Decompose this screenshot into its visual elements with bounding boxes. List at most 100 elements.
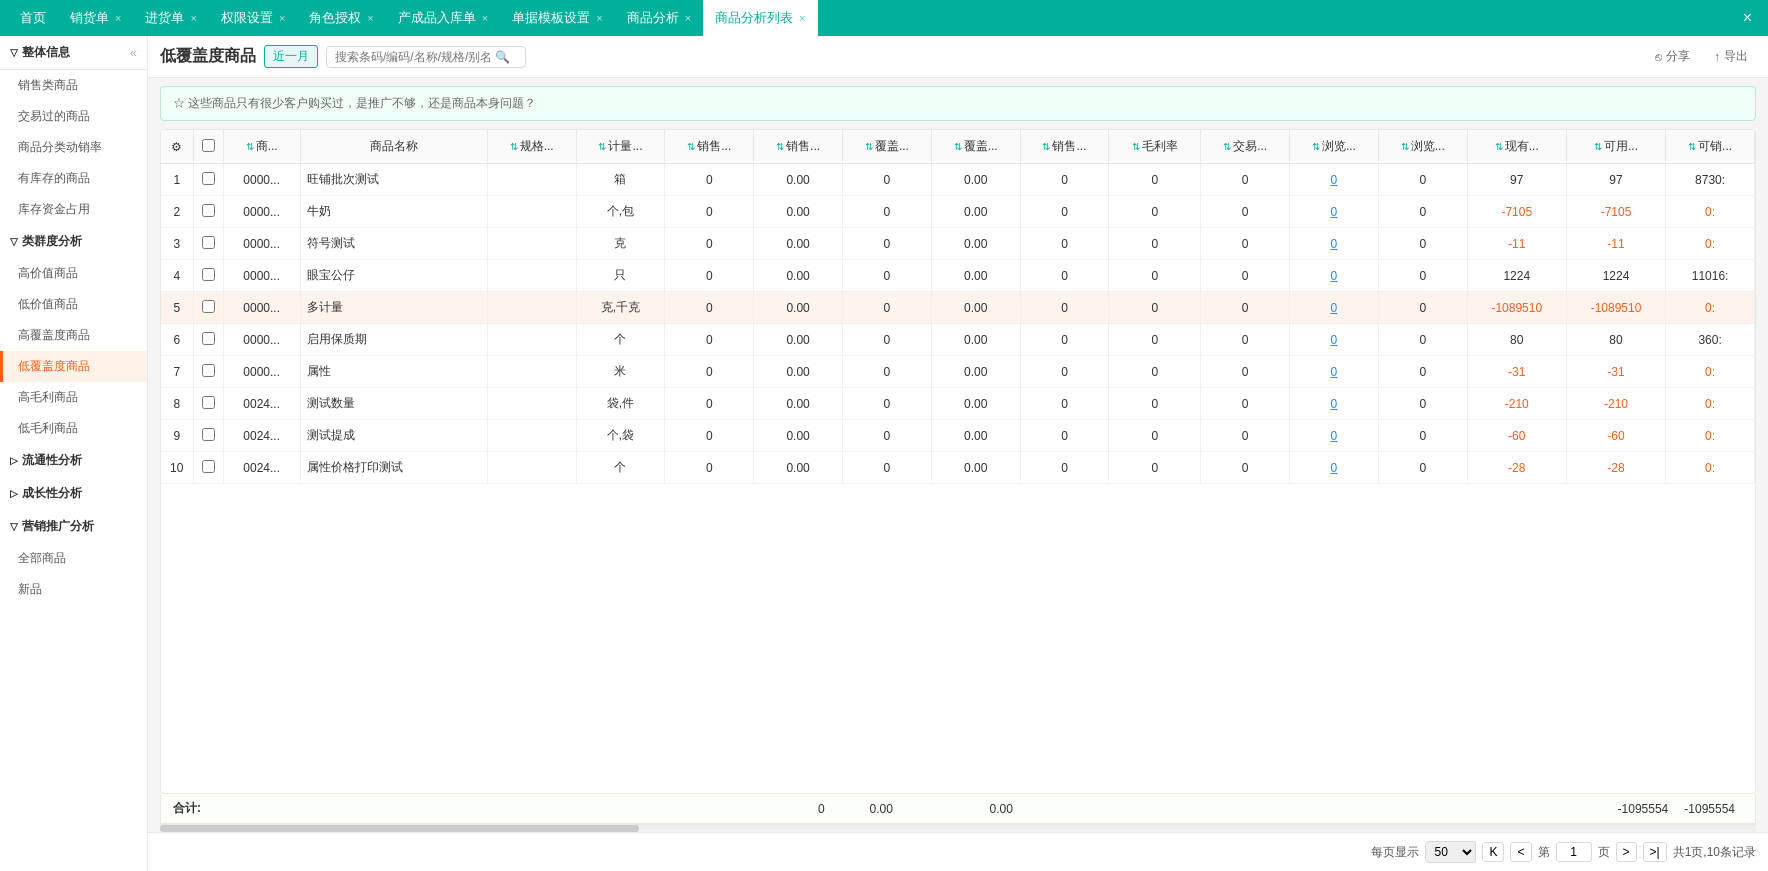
sidebar-item-low-coverage[interactable]: 低覆盖度商品	[0, 351, 147, 382]
sidebar-item-all-goods[interactable]: 全部商品	[0, 543, 147, 574]
col-header-code[interactable]: ⇅商...	[223, 130, 300, 164]
sidebar-item-capital[interactable]: 库存资金占用	[0, 194, 147, 225]
nav-tab-home[interactable]: 首页	[8, 0, 58, 36]
sidebar-item-category-rate[interactable]: 商品分类动销率	[0, 132, 147, 163]
row-checkbox[interactable]	[202, 428, 215, 441]
sidebar-collapse-button[interactable]: «	[130, 45, 137, 60]
sidebar-item-low-profit[interactable]: 低毛利商品	[0, 413, 147, 444]
col-header-gross[interactable]: ⇅毛利率	[1109, 130, 1201, 164]
nav-tab-purchase[interactable]: 进货单 ×	[133, 0, 208, 36]
close-icon[interactable]: ×	[190, 12, 196, 24]
row-cover1: 0	[842, 452, 931, 484]
footer-sales2: 0.00	[851, 802, 911, 816]
sidebar-item-new-goods[interactable]: 新品	[0, 574, 147, 605]
row-checkbox[interactable]	[202, 300, 215, 313]
nav-tab-analysis-list[interactable]: 商品分析列表 ×	[703, 0, 817, 36]
close-icon[interactable]: ×	[685, 12, 691, 24]
row-name: 测试数量	[300, 388, 487, 420]
close-icon[interactable]: ×	[279, 12, 285, 24]
sidebar-section-growth[interactable]: ▷ 成长性分析	[0, 477, 147, 510]
window-close-button[interactable]: ×	[1735, 9, 1760, 27]
row-browse2: 0	[1378, 196, 1467, 228]
sidebar-item-high-profit[interactable]: 高毛利商品	[0, 382, 147, 413]
col-header-cover1[interactable]: ⇅覆盖...	[842, 130, 931, 164]
page-number-input[interactable]	[1556, 842, 1592, 862]
close-icon[interactable]: ×	[367, 12, 373, 24]
row-checkbox[interactable]	[202, 268, 215, 281]
row-spec	[487, 356, 576, 388]
col-header-browse2[interactable]: ⇅浏览...	[1378, 130, 1467, 164]
prev-page-button[interactable]: <	[1510, 842, 1531, 862]
settings-icon[interactable]: ⚙	[171, 140, 182, 154]
search-icon[interactable]: 🔍	[495, 50, 510, 64]
row-code: 0000...	[223, 356, 300, 388]
col-header-cover2[interactable]: ⇅覆盖...	[931, 130, 1020, 164]
row-checkbox[interactable]	[202, 332, 215, 345]
row-checkbox[interactable]	[202, 236, 215, 249]
row-browse1[interactable]: 0	[1290, 228, 1379, 260]
row-code: 0000...	[223, 260, 300, 292]
select-all-checkbox[interactable]	[202, 139, 215, 152]
nav-tab-sales[interactable]: 销货单 ×	[58, 0, 133, 36]
nav-tab-permission[interactable]: 权限设置 ×	[209, 0, 297, 36]
col-header-sales3[interactable]: ⇅销售...	[1020, 130, 1109, 164]
row-checkbox[interactable]	[202, 364, 215, 377]
row-trans: 0	[1201, 260, 1290, 292]
row-sales2: 0.00	[754, 196, 843, 228]
row-stock2: 97	[1566, 164, 1665, 196]
info-banner: ☆ 这些商品只有很少客户购买过，是推广不够，还是商品本身问题？	[160, 86, 1756, 121]
col-header-trans[interactable]: ⇅交易...	[1201, 130, 1290, 164]
nav-tab-role[interactable]: 角色授权 ×	[297, 0, 385, 36]
row-checkbox[interactable]	[202, 172, 215, 185]
col-header-stock1[interactable]: ⇅现有...	[1467, 130, 1566, 164]
row-browse2: 0	[1378, 420, 1467, 452]
row-browse1[interactable]: 0	[1290, 196, 1379, 228]
first-page-button[interactable]: K	[1482, 842, 1504, 862]
close-icon[interactable]: ×	[482, 12, 488, 24]
col-header-salable[interactable]: ⇅可销...	[1666, 130, 1755, 164]
row-checkbox[interactable]	[202, 396, 215, 409]
close-icon[interactable]: ×	[596, 12, 602, 24]
sidebar-item-traded-goods[interactable]: 交易过的商品	[0, 101, 147, 132]
next-page-button[interactable]: >	[1616, 842, 1637, 862]
row-browse1[interactable]: 0	[1290, 164, 1379, 196]
row-browse1[interactable]: 0	[1290, 324, 1379, 356]
sidebar-item-low-value[interactable]: 低价值商品	[0, 289, 147, 320]
share-button[interactable]: ⎋ 分享	[1647, 44, 1698, 69]
sidebar-section-flow[interactable]: ▷ 流通性分析	[0, 444, 147, 477]
col-header-sales2[interactable]: ⇅销售...	[754, 130, 843, 164]
last-page-button[interactable]: >|	[1643, 842, 1667, 862]
sidebar-item-high-coverage[interactable]: 高覆盖度商品	[0, 320, 147, 351]
col-header-browse1[interactable]: ⇅浏览...	[1290, 130, 1379, 164]
col-header-sales1[interactable]: ⇅销售...	[665, 130, 754, 164]
search-input[interactable]	[335, 50, 495, 64]
sidebar-item-sales-goods[interactable]: 销售类商品	[0, 70, 147, 101]
col-header-unit[interactable]: ⇅计量...	[576, 130, 665, 164]
sidebar-section-cluster[interactable]: ▽ 类群度分析	[0, 225, 147, 258]
close-icon[interactable]: ×	[115, 12, 121, 24]
row-browse1[interactable]: 0	[1290, 420, 1379, 452]
col-header-stock2[interactable]: ⇅可用...	[1566, 130, 1665, 164]
checkbox-col-header[interactable]	[193, 130, 223, 164]
row-cover1: 0	[842, 228, 931, 260]
col-header-spec[interactable]: ⇅规格...	[487, 130, 576, 164]
row-checkbox[interactable]	[202, 204, 215, 217]
settings-col-header[interactable]: ⚙	[161, 130, 193, 164]
page-size-select[interactable]: 50 20 100	[1425, 841, 1476, 863]
sidebar-item-high-value[interactable]: 高价值商品	[0, 258, 147, 289]
export-button[interactable]: ↑ 导出	[1706, 44, 1756, 69]
row-checkbox[interactable]	[202, 460, 215, 473]
sidebar-section-marketing[interactable]: ▽ 营销推广分析	[0, 510, 147, 543]
nav-tab-warehouse[interactable]: 产成品入库单 ×	[386, 0, 500, 36]
sidebar-section-overall[interactable]: ▽ 整体信息	[10, 44, 70, 61]
sidebar-item-stock-goods[interactable]: 有库存的商品	[0, 163, 147, 194]
close-icon[interactable]: ×	[799, 12, 805, 24]
period-button[interactable]: 近一月	[264, 45, 318, 68]
row-browse1[interactable]: 0	[1290, 388, 1379, 420]
nav-tab-template[interactable]: 单据模板设置 ×	[500, 0, 614, 36]
nav-tab-analysis[interactable]: 商品分析 ×	[615, 0, 703, 36]
row-browse1[interactable]: 0	[1290, 260, 1379, 292]
row-browse1[interactable]: 0	[1290, 292, 1379, 324]
row-browse1[interactable]: 0	[1290, 356, 1379, 388]
row-browse1[interactable]: 0	[1290, 452, 1379, 484]
